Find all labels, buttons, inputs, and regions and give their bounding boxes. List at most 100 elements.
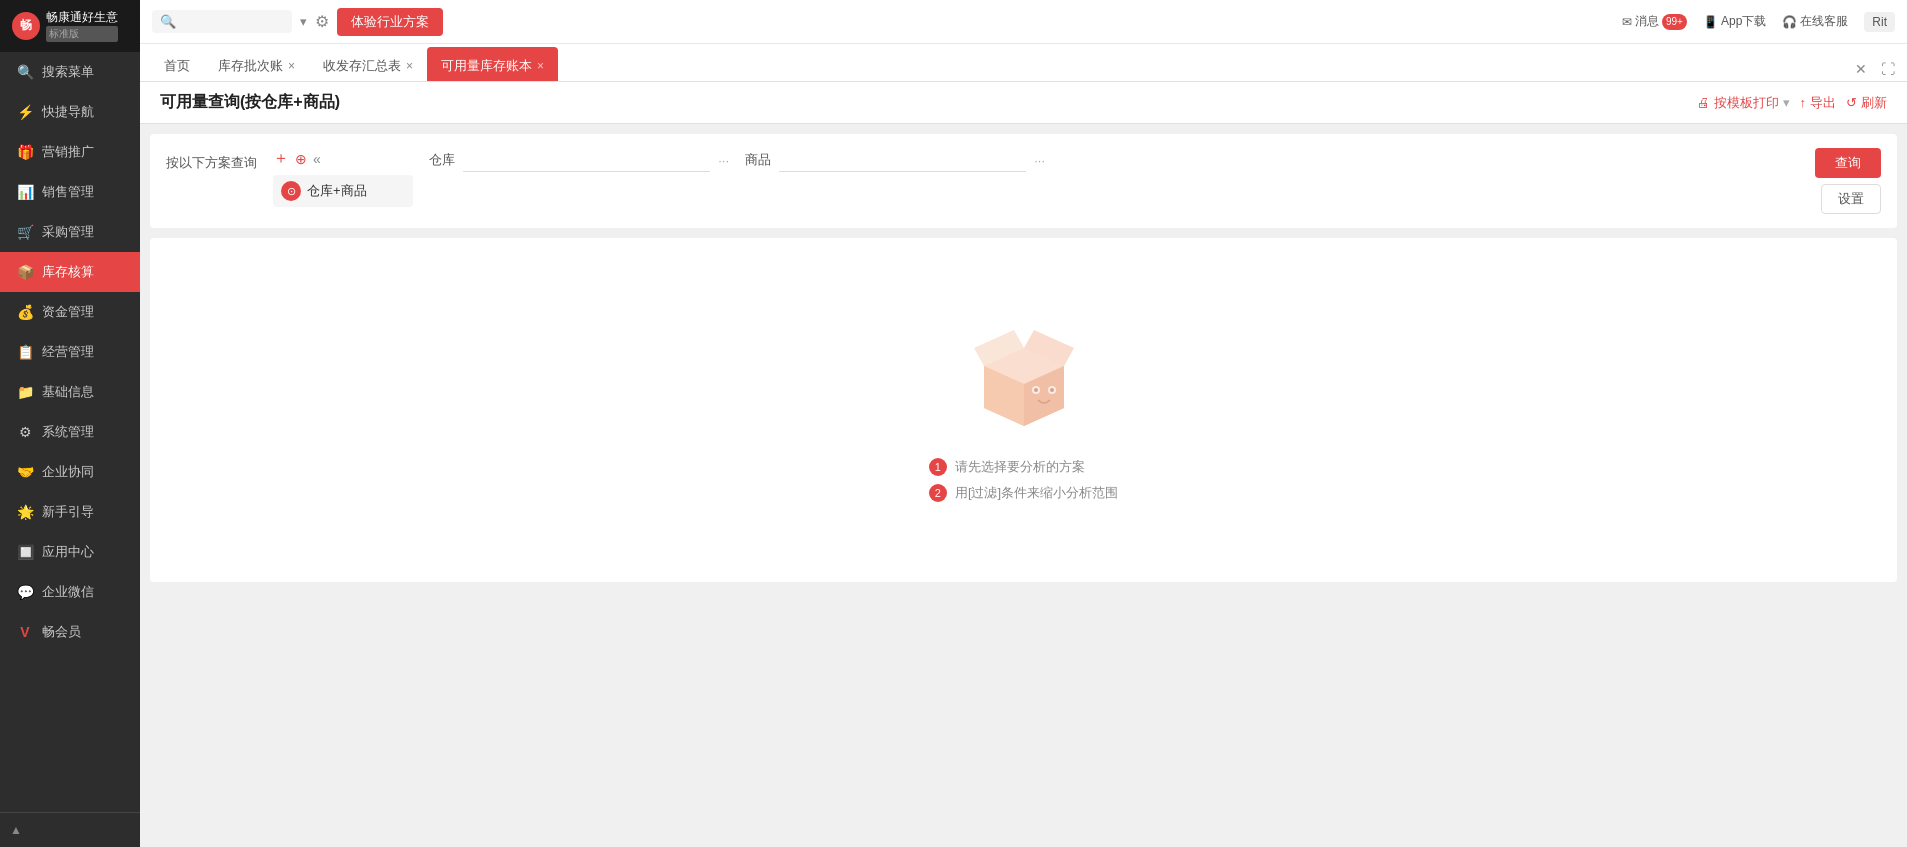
topbar-search-icon: 🔍 bbox=[160, 14, 176, 29]
newbie-icon: 🌟 bbox=[16, 503, 34, 521]
empty-state: 1 请先选择要分析的方案 2 用[过滤]条件来缩小分析范围 bbox=[150, 238, 1897, 582]
sidebar-item-basics[interactable]: 📁 基础信息 bbox=[0, 372, 140, 412]
topbar-message[interactable]: ✉ 消息 99+ bbox=[1622, 13, 1687, 30]
print-label: 按模板打印 bbox=[1714, 94, 1779, 112]
sidebar-item-sales[interactable]: 📊 销售管理 bbox=[0, 172, 140, 212]
product-more-btn[interactable]: ··· bbox=[1034, 153, 1045, 168]
filter-panel: 按以下方案查询 ＋ ⊕ « ⊙ 仓库+商品 仓库 bbox=[150, 134, 1897, 228]
topbar-user[interactable]: Rit bbox=[1864, 12, 1895, 32]
sidebar-item-apps[interactable]: 🔲 应用中心 bbox=[0, 532, 140, 572]
sidebar-label-quick-nav: 快捷导航 bbox=[42, 103, 94, 121]
product-input[interactable] bbox=[779, 148, 1026, 172]
filter-scheme: ＋ ⊕ « ⊙ 仓库+商品 bbox=[273, 148, 413, 207]
sidebar-item-search[interactable]: 🔍 搜索菜单 bbox=[0, 52, 140, 92]
sidebar-item-system[interactable]: ⚙ 系统管理 bbox=[0, 412, 140, 452]
sidebar: 畅 畅康通好生意 标准版 🔍 搜索菜单 ⚡ 快捷导航 🎁 营销推广 📊 销售管理… bbox=[0, 0, 140, 847]
sidebar-item-finance[interactable]: 💰 资金管理 bbox=[0, 292, 140, 332]
message-label: 消息 bbox=[1635, 13, 1659, 30]
tab-available-ledger-label: 可用量库存账本 bbox=[441, 57, 532, 75]
export-btn[interactable]: ↑ 导出 bbox=[1800, 94, 1837, 112]
sidebar-label-corp: 企业协同 bbox=[42, 463, 94, 481]
message-badge: 99+ bbox=[1662, 14, 1687, 30]
topbar: 🔍 ▾ ⚙ 体验行业方案 ✉ 消息 99+ 📱 App下载 🎧 在线客服 Rit bbox=[140, 0, 1907, 44]
filter-row-1: 仓库 ··· 商品 ··· bbox=[429, 148, 1799, 172]
empty-hints: 1 请先选择要分析的方案 2 用[过滤]条件来缩小分析范围 bbox=[929, 458, 1118, 502]
tab-batch-account[interactable]: 库存批次账 × bbox=[204, 47, 309, 81]
sidebar-item-newbie[interactable]: 🌟 新手引导 bbox=[0, 492, 140, 532]
sidebar-item-inventory[interactable]: 📦 库存核算 bbox=[0, 252, 140, 292]
scheme-add-btn[interactable]: ＋ bbox=[273, 148, 289, 169]
scheme-settings-btn[interactable]: ⊕ bbox=[295, 151, 307, 167]
message-icon: ✉ bbox=[1622, 15, 1632, 29]
search-icon: 🔍 bbox=[16, 63, 34, 81]
print-btn[interactable]: 🖨 按模板打印 ▾ bbox=[1697, 94, 1790, 112]
tab-batch-account-close[interactable]: × bbox=[288, 59, 295, 73]
scheme-actions: ＋ ⊕ « bbox=[273, 148, 413, 169]
online-service-label: 在线客服 bbox=[1800, 13, 1848, 30]
filter-field-warehouse: 仓库 ··· bbox=[429, 148, 729, 172]
tab-close-all-btn[interactable]: ✕ bbox=[1851, 57, 1871, 81]
system-icon: ⚙ bbox=[16, 423, 34, 441]
tab-receive-summary-close[interactable]: × bbox=[406, 59, 413, 73]
filter-fields: 仓库 ··· 商品 ··· bbox=[429, 148, 1799, 172]
sidebar-label-basics: 基础信息 bbox=[42, 383, 94, 401]
tab-receive-summary[interactable]: 收发存汇总表 × bbox=[309, 47, 427, 81]
empty-illustration bbox=[964, 318, 1084, 438]
topbar-search-box[interactable]: 🔍 bbox=[152, 10, 292, 33]
sidebar-label-system: 系统管理 bbox=[42, 423, 94, 441]
app-tag: 标准版 bbox=[46, 26, 118, 42]
filter-label: 按以下方案查询 bbox=[166, 148, 257, 172]
scheme-collapse-btn[interactable]: « bbox=[313, 151, 321, 167]
tab-receive-summary-label: 收发存汇总表 bbox=[323, 57, 401, 75]
topbar-online-service[interactable]: 🎧 在线客服 bbox=[1782, 13, 1848, 30]
purchase-icon: 🛒 bbox=[16, 223, 34, 241]
tab-available-ledger[interactable]: 可用量库存账本 × bbox=[427, 47, 558, 81]
page-header-actions: 🖨 按模板打印 ▾ ↑ 导出 ↺ 刷新 bbox=[1697, 94, 1888, 112]
topbar-dropdown-icon[interactable]: ▾ bbox=[300, 14, 307, 29]
warehouse-more-btn[interactable]: ··· bbox=[718, 153, 729, 168]
sidebar-label-sales: 销售管理 bbox=[42, 183, 94, 201]
quick-nav-icon: ⚡ bbox=[16, 103, 34, 121]
app-download-label: App下载 bbox=[1721, 13, 1766, 30]
tab-home-label: 首页 bbox=[164, 57, 190, 75]
product-label: 商品 bbox=[745, 151, 771, 169]
print-dropdown-icon: ▾ bbox=[1783, 95, 1790, 110]
query-btn[interactable]: 查询 bbox=[1815, 148, 1881, 178]
warehouse-input[interactable] bbox=[463, 148, 710, 172]
sidebar-item-member[interactable]: V 畅会员 bbox=[0, 612, 140, 652]
tab-available-ledger-close[interactable]: × bbox=[537, 59, 544, 73]
app-name: 畅康通好生意 bbox=[46, 10, 118, 26]
page-title: 可用量查询(按仓库+商品) bbox=[160, 92, 340, 113]
topbar-gear-icon[interactable]: ⚙ bbox=[315, 12, 329, 31]
sidebar-item-quick-nav[interactable]: ⚡ 快捷导航 bbox=[0, 92, 140, 132]
refresh-btn[interactable]: ↺ 刷新 bbox=[1846, 94, 1887, 112]
sidebar-item-purchase[interactable]: 🛒 采购管理 bbox=[0, 212, 140, 252]
sidebar-label-marketing: 营销推广 bbox=[42, 143, 94, 161]
operations-icon: 📋 bbox=[16, 343, 34, 361]
sales-icon: 📊 bbox=[16, 183, 34, 201]
corp-icon: 🤝 bbox=[16, 463, 34, 481]
topbar-search-input[interactable] bbox=[180, 15, 280, 29]
refresh-label: 刷新 bbox=[1861, 94, 1887, 112]
sidebar-item-operations[interactable]: 📋 经营管理 bbox=[0, 332, 140, 372]
sidebar-item-corp[interactable]: 🤝 企业协同 bbox=[0, 452, 140, 492]
tab-home[interactable]: 首页 bbox=[150, 47, 204, 81]
apps-icon: 🔲 bbox=[16, 543, 34, 561]
svg-point-9 bbox=[1050, 388, 1054, 392]
tab-fullscreen-btn[interactable]: ⛶ bbox=[1877, 57, 1899, 81]
sidebar-item-wechat[interactable]: 💬 企业微信 bbox=[0, 572, 140, 612]
basics-icon: 📁 bbox=[16, 383, 34, 401]
sidebar-label-finance: 资金管理 bbox=[42, 303, 94, 321]
logo-text-block: 畅康通好生意 标准版 bbox=[46, 10, 118, 42]
empty-hint-2: 2 用[过滤]条件来缩小分析范围 bbox=[929, 484, 1118, 502]
scheme-item-warehouse-product[interactable]: ⊙ 仓库+商品 bbox=[273, 175, 413, 207]
settings-btn[interactable]: 设置 bbox=[1821, 184, 1881, 214]
industry-btn[interactable]: 体验行业方案 bbox=[337, 8, 443, 36]
hint-text-1: 请先选择要分析的方案 bbox=[955, 458, 1085, 476]
sidebar-label-purchase: 采购管理 bbox=[42, 223, 94, 241]
svg-point-8 bbox=[1034, 388, 1038, 392]
sidebar-item-marketing[interactable]: 🎁 营销推广 bbox=[0, 132, 140, 172]
scheme-item-label: 仓库+商品 bbox=[307, 182, 367, 200]
topbar-app-download[interactable]: 📱 App下载 bbox=[1703, 13, 1766, 30]
empty-box-svg bbox=[964, 318, 1084, 438]
